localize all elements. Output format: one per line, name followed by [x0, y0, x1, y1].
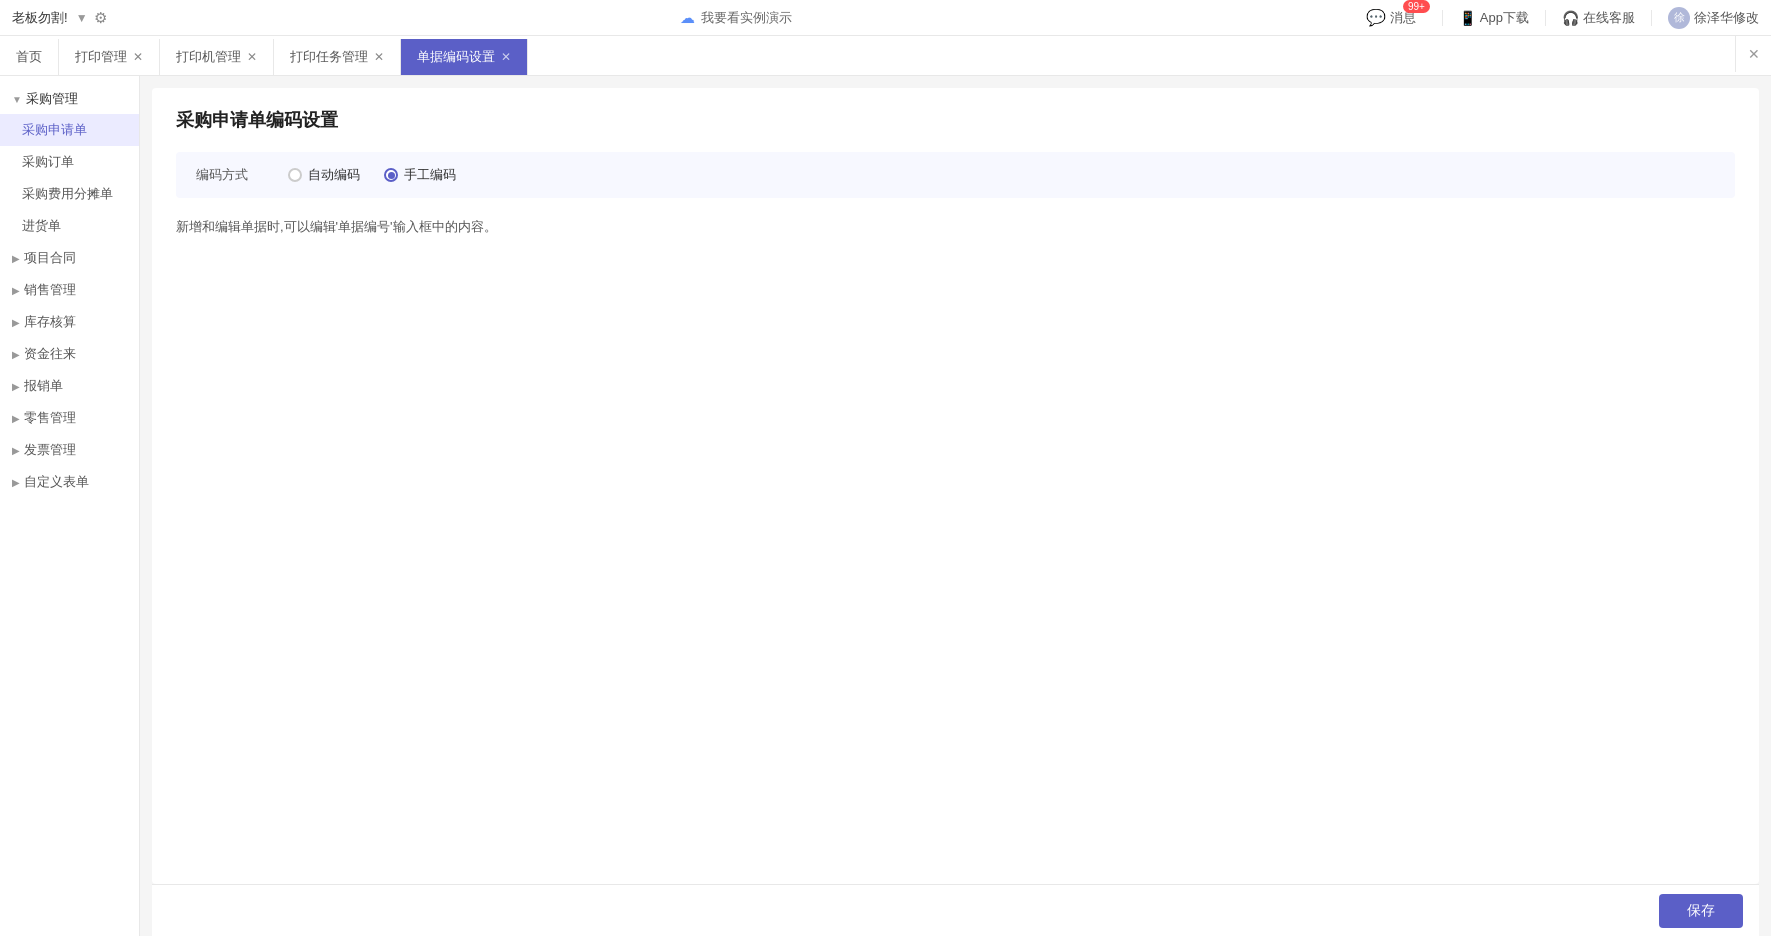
sidebar-item-incoming-label: 进货单	[22, 218, 61, 233]
app-download-label: App下载	[1480, 9, 1529, 27]
tab-encoding-settings-label: 单据编码设置	[417, 48, 495, 66]
tab-printer-manage-label: 打印机管理	[176, 48, 241, 66]
tab-printer-manage[interactable]: 打印机管理 ✕	[160, 39, 274, 75]
content-inner: 采购申请单编码设置 编码方式 自动编码 手工编码 新增和编辑单据时,可以编辑'单…	[152, 88, 1759, 884]
arrow-right-capital: ▶	[12, 349, 20, 360]
radio-manual-label: 手工编码	[404, 166, 456, 184]
headset-icon: 🎧	[1562, 10, 1579, 26]
tab-print-task-label: 打印任务管理	[290, 48, 368, 66]
content-area: 采购申请单编码设置 编码方式 自动编码 手工编码 新增和编辑单据时,可以编辑'单…	[140, 76, 1771, 936]
arrow-right-retail: ▶	[12, 413, 20, 424]
top-bar-left: 老板勿割! ▼ ⚙	[12, 9, 107, 27]
sidebar-group-sales[interactable]: ▶ 销售管理	[0, 274, 139, 306]
top-bar-title: 老板勿割!	[12, 9, 68, 27]
app-download-btn[interactable]: 📱 App下载	[1459, 9, 1529, 27]
cloud-icon: ☁	[680, 9, 695, 27]
radio-auto-circle	[288, 168, 302, 182]
footer-bar: 保存	[152, 884, 1759, 936]
divider3	[1651, 10, 1652, 26]
user-btn[interactable]: 徐 徐泽华修改	[1668, 7, 1759, 29]
hint-text: 新增和编辑单据时,可以编辑'单据编号'输入框中的内容。	[176, 218, 1735, 236]
tab-home[interactable]: 首页	[0, 39, 59, 75]
avatar: 徐	[1668, 7, 1690, 29]
sidebar-item-purchase-order[interactable]: 采购订单	[0, 146, 139, 178]
sidebar-group-retail-label: 零售管理	[24, 409, 76, 427]
tab-home-label: 首页	[16, 48, 42, 66]
sidebar-group-inventory-label: 库存核算	[24, 313, 76, 331]
main-layout: ▼ 采购管理 采购申请单 采购订单 采购费用分摊单 进货单 ▶ 项目合同 ▶ 销…	[0, 76, 1771, 936]
sidebar-item-purchase-request[interactable]: 采购申请单	[0, 114, 139, 146]
arrow-right-custom: ▶	[12, 477, 20, 488]
radio-auto-encoding[interactable]: 自动编码	[288, 166, 360, 184]
sidebar: ▼ 采购管理 采购申请单 采购订单 采购费用分摊单 进货单 ▶ 项目合同 ▶ 销…	[0, 76, 140, 936]
gear-icon[interactable]: ⚙	[94, 9, 107, 27]
chevron-down-icon[interactable]: ▼	[76, 11, 88, 25]
sidebar-group-custom-label: 自定义表单	[24, 473, 89, 491]
sidebar-group-purchase[interactable]: ▼ 采购管理	[0, 84, 139, 114]
sidebar-item-incoming[interactable]: 进货单	[0, 210, 139, 242]
divider	[1442, 10, 1443, 26]
sidebar-group-expense[interactable]: ▶ 报销单	[0, 370, 139, 402]
page-title: 采购申请单编码设置	[176, 108, 1735, 132]
sidebar-group-retail[interactable]: ▶ 零售管理	[0, 402, 139, 434]
service-btn[interactable]: 🎧 在线客服	[1562, 9, 1635, 27]
arrow-right-sales: ▶	[12, 285, 20, 296]
tab-encoding-settings-close[interactable]: ✕	[501, 50, 511, 64]
service-label: 在线客服	[1583, 9, 1635, 27]
sidebar-group-purchase-label: 采购管理	[26, 90, 78, 108]
tab-encoding-settings[interactable]: 单据编码设置 ✕	[401, 39, 528, 75]
message-btn[interactable]: 💬 消息 99+	[1366, 8, 1416, 27]
demo-text: 我要看实例演示	[701, 9, 792, 27]
sidebar-group-expense-label: 报销单	[24, 377, 63, 395]
tab-print-manage[interactable]: 打印管理 ✕	[59, 39, 160, 75]
sidebar-item-purchase-request-label: 采购申请单	[22, 122, 87, 137]
collapse-arrow-purchase: ▼	[12, 94, 22, 105]
arrow-right-inventory: ▶	[12, 317, 20, 328]
sidebar-group-invoice[interactable]: ▶ 发票管理	[0, 434, 139, 466]
radio-group-encoding: 自动编码 手工编码	[288, 166, 456, 184]
encoding-section: 编码方式 自动编码 手工编码	[176, 152, 1735, 198]
message-badge: 99+	[1403, 0, 1430, 13]
tab-bar: 首页 打印管理 ✕ 打印机管理 ✕ 打印任务管理 ✕ 单据编码设置 ✕ ✕	[0, 36, 1771, 76]
sidebar-group-inventory[interactable]: ▶ 库存核算	[0, 306, 139, 338]
sidebar-group-project-label: 项目合同	[24, 249, 76, 267]
sidebar-item-purchase-order-label: 采购订单	[22, 154, 74, 169]
sidebar-group-custom[interactable]: ▶ 自定义表单	[0, 466, 139, 498]
sidebar-group-capital[interactable]: ▶ 资金往来	[0, 338, 139, 370]
demo-link[interactable]: ☁ 我要看实例演示	[680, 9, 792, 27]
sidebar-group-invoice-label: 发票管理	[24, 441, 76, 459]
arrow-right-expense: ▶	[12, 381, 20, 392]
app-icon: 📱	[1459, 10, 1476, 26]
arrow-right-project: ▶	[12, 253, 20, 264]
radio-auto-label: 自动编码	[308, 166, 360, 184]
top-bar: 老板勿割! ▼ ⚙ ☁ 我要看实例演示 💬 消息 99+ 📱 App下载 🎧 在…	[0, 0, 1771, 36]
top-bar-right: 💬 消息 99+ 📱 App下载 🎧 在线客服 徐 徐泽华修改	[1366, 7, 1759, 29]
tab-print-manage-close[interactable]: ✕	[133, 50, 143, 64]
sidebar-group-project[interactable]: ▶ 项目合同	[0, 242, 139, 274]
encoding-label: 编码方式	[196, 166, 248, 184]
close-all-tabs-btn[interactable]: ✕	[1735, 36, 1771, 72]
sidebar-group-capital-label: 资金往来	[24, 345, 76, 363]
sidebar-item-purchase-expense[interactable]: 采购费用分摊单	[0, 178, 139, 210]
save-button[interactable]: 保存	[1659, 894, 1743, 928]
radio-manual-encoding[interactable]: 手工编码	[384, 166, 456, 184]
divider2	[1545, 10, 1546, 26]
sidebar-item-purchase-expense-label: 采购费用分摊单	[22, 186, 113, 201]
tab-print-task-close[interactable]: ✕	[374, 50, 384, 64]
radio-manual-circle	[384, 168, 398, 182]
arrow-right-invoice: ▶	[12, 445, 20, 456]
tab-print-task[interactable]: 打印任务管理 ✕	[274, 39, 401, 75]
top-bar-icons: ▼ ⚙	[76, 9, 107, 27]
tab-printer-manage-close[interactable]: ✕	[247, 50, 257, 64]
sidebar-group-sales-label: 销售管理	[24, 281, 76, 299]
user-name: 徐泽华修改	[1694, 9, 1759, 27]
tab-print-manage-label: 打印管理	[75, 48, 127, 66]
message-icon: 💬	[1366, 8, 1386, 27]
